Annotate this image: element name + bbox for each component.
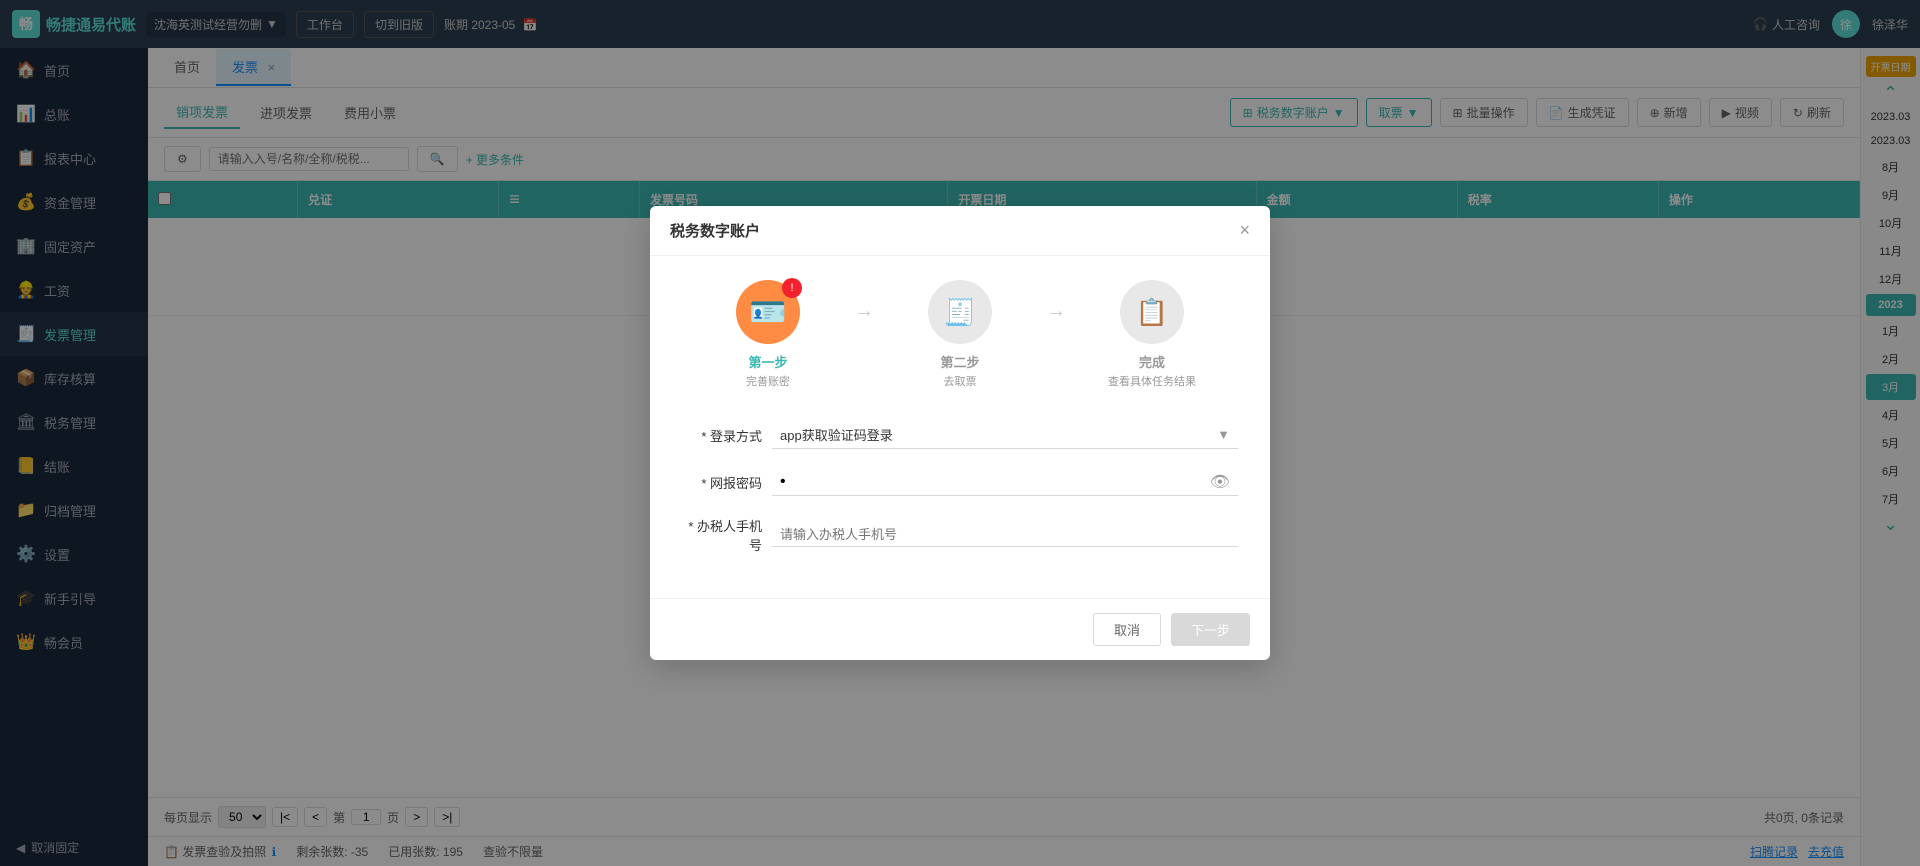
phone-row: * 办税人手机号 <box>682 516 1238 554</box>
step-3-desc: 查看具体任务结果 <box>1108 373 1196 389</box>
step-3-icon: 📋 <box>1120 280 1184 344</box>
phone-input[interactable] <box>772 523 1238 547</box>
step-2: 🧾 第二步 去取票 <box>874 280 1046 389</box>
step-2-label: 第二步 <box>940 352 979 371</box>
phone-label: * 办税人手机号 <box>682 516 772 554</box>
login-method-row: * 登录方式 app获取验证码登录 ▼ <box>682 421 1238 449</box>
step-arrow-1: → <box>854 280 874 323</box>
receipt-icon: 🧾 <box>944 297 976 328</box>
step-1-desc: 完善账密 <box>746 373 790 389</box>
chevron-down-icon: ▼ <box>1217 427 1230 442</box>
step-3-label: 完成 <box>1139 352 1165 371</box>
clipboard-icon: 📋 <box>1136 297 1168 328</box>
modal-body: 🪪 ! 第一步 完善账密 → 🧾 第二步 去取票 → <box>650 256 1270 598</box>
steps-row: 🪪 ! 第一步 完善账密 → 🧾 第二步 去取票 → <box>682 280 1238 389</box>
step-1: 🪪 ! 第一步 完善账密 <box>682 280 854 389</box>
password-label: * 网报密码 <box>682 473 772 492</box>
step-2-icon: 🧾 <box>928 280 992 344</box>
tax-digital-modal: 税务数字账户 × 🪪 ! 第一步 完善账密 → <box>650 206 1270 660</box>
step-2-desc: 去取票 <box>944 373 977 389</box>
step-1-icon: 🪪 ! <box>736 280 800 344</box>
next-button[interactable]: 下一步 <box>1171 613 1250 646</box>
step-arrow-2: → <box>1046 280 1066 323</box>
modal-overlay: 税务数字账户 × 🪪 ! 第一步 完善账密 → <box>0 0 1920 866</box>
step-1-badge: ! <box>782 278 802 298</box>
password-row: * 网报密码 👁 <box>682 469 1238 496</box>
user-card-icon: 🪪 <box>749 295 786 330</box>
modal-close-button[interactable]: × <box>1239 220 1250 241</box>
eye-icon[interactable]: 👁 <box>1210 472 1230 492</box>
password-input[interactable] <box>780 473 1230 491</box>
step-3: 📋 完成 查看具体任务结果 <box>1066 280 1238 389</box>
login-method-select[interactable]: app获取验证码登录 ▼ <box>772 421 1238 449</box>
modal-title: 税务数字账户 <box>670 220 760 241</box>
login-method-label: * 登录方式 <box>682 426 772 445</box>
modal-header: 税务数字账户 × <box>650 206 1270 256</box>
cancel-button[interactable]: 取消 <box>1093 613 1161 646</box>
modal-footer: 取消 下一步 <box>650 598 1270 660</box>
login-method-value: app获取验证码登录 <box>780 425 1217 444</box>
step-1-label: 第一步 <box>748 352 787 371</box>
